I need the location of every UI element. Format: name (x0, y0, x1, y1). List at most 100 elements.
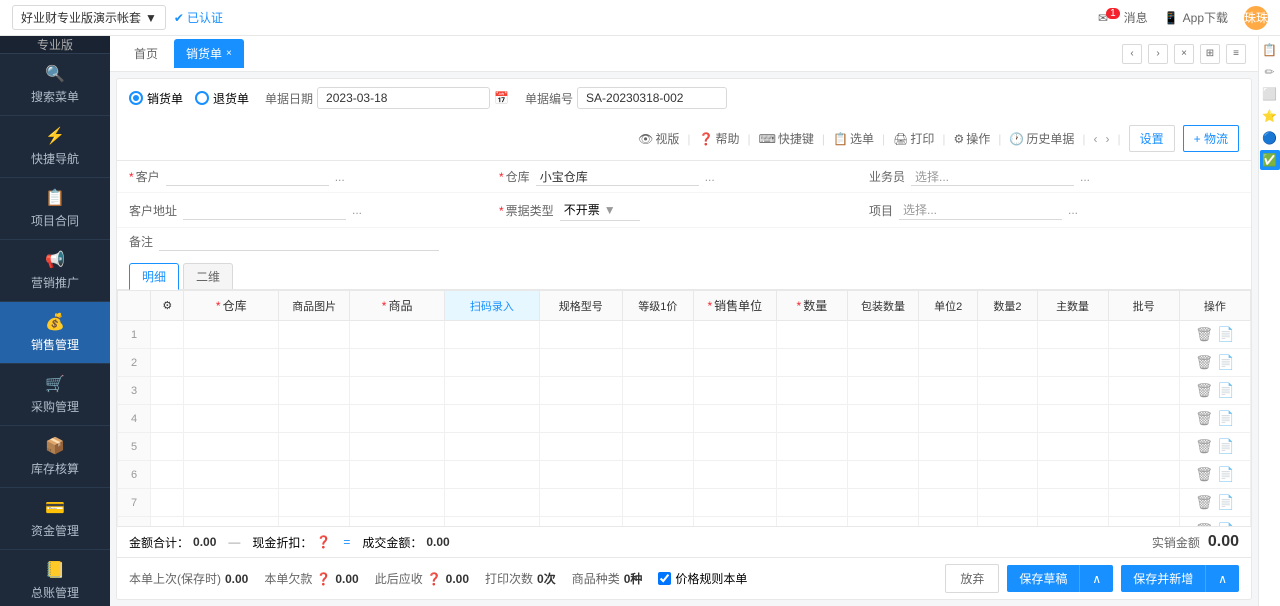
col-header-sale-unit[interactable]: 销售单位 (693, 291, 776, 321)
row-5-product[interactable] (350, 433, 445, 461)
row-1-warehouse[interactable] (184, 321, 279, 349)
row-copy-btn-1[interactable]: 📄 (1217, 326, 1234, 343)
date-input[interactable] (317, 87, 490, 109)
save-draft-button[interactable]: 保存草稿 (1007, 565, 1079, 592)
calendar-icon[interactable]: 📅 (494, 91, 509, 105)
grid-view-button[interactable]: ⊞ (1200, 44, 1220, 64)
right-panel-btn-4[interactable]: ⭐ (1260, 106, 1280, 126)
row-delete-btn-5[interactable]: 🗑 (1195, 438, 1213, 455)
window-close-button[interactable]: × (1174, 44, 1194, 64)
tab-detail[interactable]: 明细 (129, 263, 179, 290)
save-draft-arrow[interactable]: ∧ (1079, 565, 1113, 592)
row-1-qty[interactable] (776, 321, 847, 349)
warehouse-dots[interactable]: ... (705, 170, 715, 184)
row-delete-btn-3[interactable]: 🗑 (1195, 382, 1213, 399)
col-header-spec[interactable]: 规格型号 (539, 291, 622, 321)
price-rule-check[interactable] (658, 572, 671, 585)
row-1-product[interactable] (350, 321, 445, 349)
num-input[interactable] (577, 87, 727, 109)
row-delete-btn-6[interactable]: 🗑 (1195, 466, 1213, 483)
row-8-product[interactable] (350, 517, 445, 527)
col-header-qty[interactable]: 数量 (776, 291, 847, 321)
col-header-unit2[interactable]: 单位2 (919, 291, 978, 321)
row-2-warehouse[interactable] (184, 349, 279, 377)
row-copy-btn-5[interactable]: 📄 (1217, 438, 1234, 455)
col-header-main-qty[interactable]: 主数量 (1037, 291, 1108, 321)
row-6-barcode[interactable] (445, 461, 540, 489)
row-4-barcode[interactable] (445, 405, 540, 433)
row-4-sale-unit[interactable] (693, 405, 776, 433)
col-header-qty2[interactable]: 数量2 (978, 291, 1037, 321)
toolbar-nav-prev[interactable]: ‹ (1094, 132, 1098, 146)
row-2-barcode[interactable] (445, 349, 540, 377)
toolbar-select[interactable]: 📋 选单 (833, 130, 874, 147)
row-7-barcode[interactable] (445, 489, 540, 517)
tab-close-icon[interactable]: × (226, 48, 232, 59)
col-header-barcode[interactable]: 扫码录入 (445, 291, 540, 321)
row-2-product[interactable] (350, 349, 445, 377)
save-new-arrow[interactable]: ∧ (1205, 565, 1239, 592)
col-header-product-img[interactable]: 商品图片 (279, 291, 350, 321)
tab-nav-prev[interactable]: ‹ (1122, 44, 1142, 64)
row-4-qty[interactable] (776, 405, 847, 433)
row-8-barcode[interactable] (445, 517, 540, 527)
sidebar-item-capital[interactable]: 💳 资金管理 (0, 488, 110, 550)
row-8-sale-unit[interactable] (693, 517, 776, 527)
col-header-warehouse[interactable]: 仓库 (184, 291, 279, 321)
row-5-barcode[interactable] (445, 433, 540, 461)
row-1-sale-unit[interactable] (693, 321, 776, 349)
abandon-button[interactable]: 放弃 (945, 564, 999, 593)
row-3-qty[interactable] (776, 377, 847, 405)
row-5-qty[interactable] (776, 433, 847, 461)
row-copy-btn-7[interactable]: 📄 (1217, 494, 1234, 511)
row-7-sale-unit[interactable] (693, 489, 776, 517)
row-3-barcode[interactable] (445, 377, 540, 405)
salesperson-dots[interactable]: ... (1080, 170, 1090, 184)
message-button[interactable]: ✉ 1 消息 (1098, 9, 1148, 26)
row-4-product[interactable] (350, 405, 445, 433)
row-copy-btn-3[interactable]: 📄 (1217, 382, 1234, 399)
sidebar-item-project[interactable]: 📋 项目合同 (0, 178, 110, 240)
row-3-sale-unit[interactable] (693, 377, 776, 405)
row-7-qty[interactable] (776, 489, 847, 517)
project-dots[interactable]: ... (1068, 203, 1078, 217)
price-rule-checkbox[interactable]: 价格规则本单 (658, 570, 747, 587)
radio-return[interactable]: 退货单 (195, 90, 249, 107)
warehouse-input[interactable] (536, 167, 699, 186)
row-copy-btn-2[interactable]: 📄 (1217, 354, 1234, 371)
company-selector[interactable]: 好业财专业版演示帐套 ▼ (12, 5, 166, 30)
row-6-product[interactable] (350, 461, 445, 489)
col-header-pack-qty[interactable]: 包装数量 (847, 291, 918, 321)
row-4-warehouse[interactable] (184, 405, 279, 433)
toolbar-nav-next[interactable]: › (1106, 132, 1110, 146)
col-header-batch[interactable]: 批号 (1108, 291, 1179, 321)
row-5-warehouse[interactable] (184, 433, 279, 461)
discount-help[interactable]: ❓ (316, 535, 331, 549)
settings-button[interactable]: 设置 (1129, 125, 1175, 152)
address-dots[interactable]: ... (352, 203, 362, 217)
app-download-button[interactable]: 📱 App下载 (1164, 9, 1228, 26)
invoice-select[interactable]: 不开票 ▼ (560, 199, 640, 221)
customer-input[interactable] (166, 167, 329, 186)
row-5-sale-unit[interactable] (693, 433, 776, 461)
address-input[interactable] (183, 201, 346, 220)
list-view-button[interactable]: ≡ (1226, 44, 1246, 64)
tab-twod[interactable]: 二维 (183, 263, 233, 289)
tab-nav-next[interactable]: › (1148, 44, 1168, 64)
row-6-sale-unit[interactable] (693, 461, 776, 489)
row-delete-btn-7[interactable]: 🗑 (1195, 494, 1213, 511)
row-copy-btn-4[interactable]: 📄 (1217, 410, 1234, 427)
row-delete-btn-1[interactable]: 🗑 (1195, 326, 1213, 343)
add-logistics-button[interactable]: + 物流 (1183, 125, 1239, 152)
sidebar-item-nav[interactable]: ⚡ 快捷导航 (0, 116, 110, 178)
row-1-barcode[interactable] (445, 321, 540, 349)
save-new-button[interactable]: 保存并新增 (1121, 565, 1205, 592)
tab-sales-order[interactable]: 销货单 × (174, 39, 244, 68)
sidebar-item-purchase[interactable]: 🛒 采购管理 (0, 364, 110, 426)
owe-help[interactable]: ❓ (316, 572, 331, 586)
toolbar-ops[interactable]: ⚙ 操作 (954, 130, 991, 147)
row-6-qty[interactable] (776, 461, 847, 489)
row-2-qty[interactable] (776, 349, 847, 377)
sidebar-item-sales[interactable]: 💰 销售管理 (0, 302, 110, 364)
toolbar-print[interactable]: 🖨 打印 (893, 130, 934, 147)
